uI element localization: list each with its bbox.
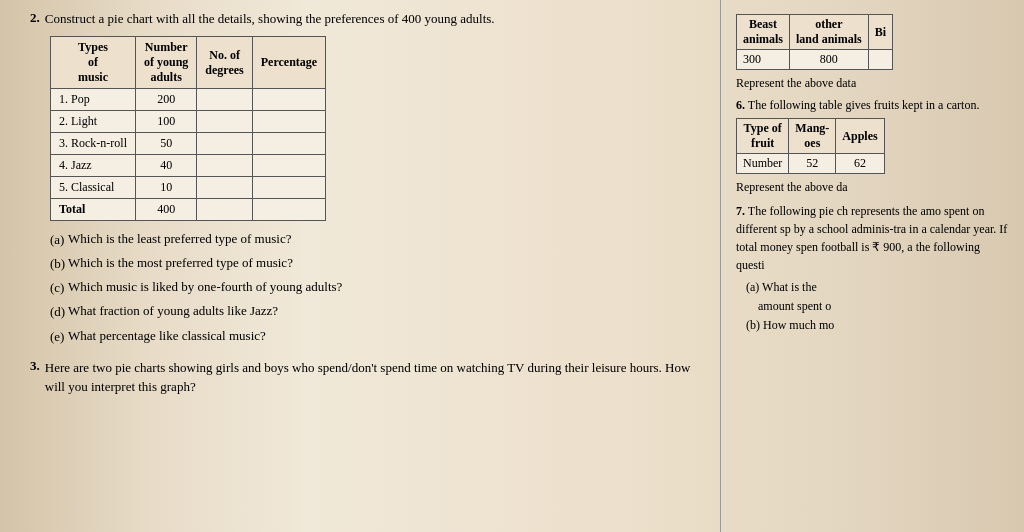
sub-q-d-text: What fraction of young adults like Jazz? xyxy=(68,301,700,321)
table-row: 1. Pop 200 xyxy=(51,89,326,111)
q7-section: 7. The following pie ch represents the a… xyxy=(736,202,1009,336)
music-total-deg xyxy=(197,199,252,221)
music-total-label: Total xyxy=(51,199,136,221)
music-pct-1 xyxy=(252,89,325,111)
table-row: 3. Rock-n-roll 50 xyxy=(51,133,326,155)
music-num-5: 10 xyxy=(136,177,197,199)
sub-q-b-label: (b) xyxy=(50,253,68,275)
music-total-pct xyxy=(252,199,325,221)
beast-val-3 xyxy=(868,50,892,70)
q7-number: 7. xyxy=(736,204,745,218)
sub-q-e: (e) What percentage like classical music… xyxy=(50,326,700,348)
q2-number: 2. xyxy=(30,10,40,26)
music-deg-1 xyxy=(197,89,252,111)
question-2-header: 2. Construct a pie chart with all the de… xyxy=(30,10,700,28)
music-num-3: 50 xyxy=(136,133,197,155)
q6-text: 6. The following table gives fruits kept… xyxy=(736,96,1009,114)
fruit-row: Number 52 62 xyxy=(737,154,885,174)
col-types: Typesofmusic xyxy=(51,37,136,89)
music-pct-4 xyxy=(252,155,325,177)
q7-text: 7. The following pie ch represents the a… xyxy=(736,202,1009,274)
fruit-col-type: Type offruit xyxy=(737,119,789,154)
col-percentage: Percentage xyxy=(252,37,325,89)
table-row: 2. Light 100 xyxy=(51,111,326,133)
music-pct-2 xyxy=(252,111,325,133)
music-total-num: 400 xyxy=(136,199,197,221)
represent-text-2: Represent the above da xyxy=(736,178,1009,196)
sub-q-b-text: Which is the most preferred type of musi… xyxy=(68,253,700,273)
q7-sub-b-label: (b) How much mo xyxy=(746,318,834,332)
sub-q-c-label: (c) xyxy=(50,277,68,299)
table-row: 4. Jazz 40 xyxy=(51,155,326,177)
beast-table: Beastanimals otherland animals Bi 300 80… xyxy=(736,14,893,70)
fruit-table: Type offruit Mang-oes Apples Number 52 6… xyxy=(736,118,885,174)
sub-q-e-text: What percentage like classical music? xyxy=(68,326,700,346)
music-deg-3 xyxy=(197,133,252,155)
fruit-col-mango: Mang-oes xyxy=(789,119,836,154)
sub-q-a-label: (a) xyxy=(50,229,68,251)
music-pct-5 xyxy=(252,177,325,199)
sub-q-a: (a) Which is the least preferred type of… xyxy=(50,229,700,251)
music-pct-3 xyxy=(252,133,325,155)
music-type-2: 2. Light xyxy=(51,111,136,133)
fruit-apple-val: 62 xyxy=(836,154,884,174)
q7-sub-b: (b) How much mo xyxy=(746,316,1009,335)
q7-body: The following pie ch represents the amo … xyxy=(736,204,1007,272)
beast-val-1: 300 xyxy=(737,50,790,70)
music-num-2: 100 xyxy=(136,111,197,133)
sub-q-b: (b) Which is the most preferred type of … xyxy=(50,253,700,275)
table-row: 5. Classical 10 xyxy=(51,177,326,199)
music-table: Typesofmusic Numberof youngadults No. of… xyxy=(50,36,326,221)
music-num-1: 200 xyxy=(136,89,197,111)
music-type-1: 1. Pop xyxy=(51,89,136,111)
left-panel: 2. Construct a pie chart with all the de… xyxy=(0,0,720,532)
sub-q-a-text: Which is the least preferred type of mus… xyxy=(68,229,700,249)
represent-text-1: Represent the above data xyxy=(736,74,1009,92)
fruit-type-label: Number xyxy=(737,154,789,174)
q6-body: The following table gives fruits kept in… xyxy=(748,98,980,112)
fruit-mango-val: 52 xyxy=(789,154,836,174)
sub-questions-2: (a) Which is the least preferred type of… xyxy=(50,229,700,347)
sub-q-d: (d) What fraction of young adults like J… xyxy=(50,301,700,323)
beast-col-2: otherland animals xyxy=(790,15,869,50)
question-3: 3. Here are two pie charts showing girls… xyxy=(30,358,700,397)
page-container: 2. Construct a pie chart with all the de… xyxy=(0,0,1024,532)
sub-q-e-label: (e) xyxy=(50,326,68,348)
sub-q-c-text: Which music is liked by one-fourth of yo… xyxy=(68,277,700,297)
music-type-4: 4. Jazz xyxy=(51,155,136,177)
music-type-5: 5. Classical xyxy=(51,177,136,199)
music-deg-5 xyxy=(197,177,252,199)
beast-row: 300 800 xyxy=(737,50,893,70)
beast-val-2: 800 xyxy=(790,50,869,70)
sub-q-c: (c) Which music is liked by one-fourth o… xyxy=(50,277,700,299)
q3-text: Here are two pie charts showing girls an… xyxy=(45,358,700,397)
fruit-col-apple: Apples xyxy=(836,119,884,154)
beast-col-1: Beastanimals xyxy=(737,15,790,50)
q2-text: Construct a pie chart with all the detai… xyxy=(45,10,495,28)
q6-number: 6. xyxy=(736,98,745,112)
beast-col-3: Bi xyxy=(868,15,892,50)
q6-section: 6. The following table gives fruits kept… xyxy=(736,96,1009,196)
q3-number: 3. xyxy=(30,358,40,374)
music-deg-4 xyxy=(197,155,252,177)
music-deg-2 xyxy=(197,111,252,133)
col-degrees: No. ofdegrees xyxy=(197,37,252,89)
right-panel: Beastanimals otherland animals Bi 300 80… xyxy=(720,0,1024,532)
table-row-total: Total 400 xyxy=(51,199,326,221)
music-num-4: 40 xyxy=(136,155,197,177)
music-type-3: 3. Rock-n-roll xyxy=(51,133,136,155)
q7-sub-a-detail: amount spent o xyxy=(746,299,831,313)
q7-sub-a-label: (a) What is the xyxy=(746,280,817,294)
sub-q-d-label: (d) xyxy=(50,301,68,323)
q7-sub-a: (a) What is the amount spent o xyxy=(746,278,1009,316)
col-number: Numberof youngadults xyxy=(136,37,197,89)
